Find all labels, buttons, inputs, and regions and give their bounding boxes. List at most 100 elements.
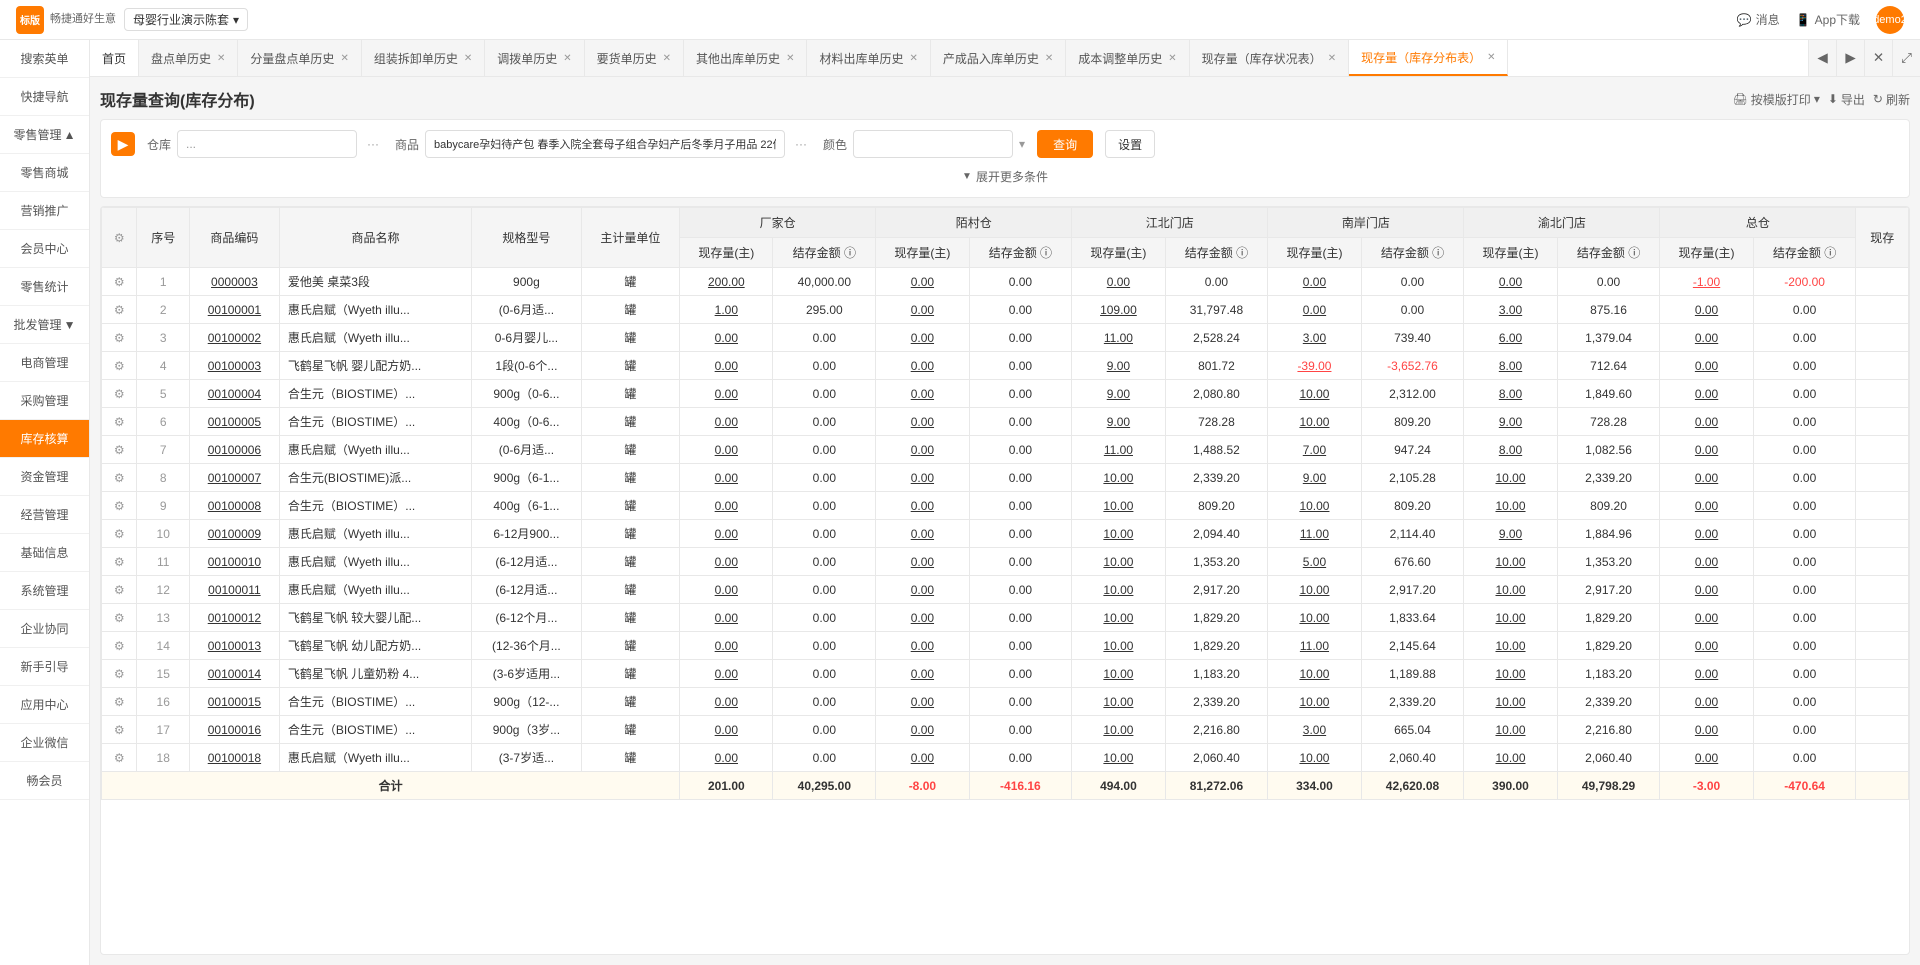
tab-close-inventory-split[interactable]: ✕ — [340, 53, 348, 64]
td-factory-qty: 0.00 — [680, 492, 773, 520]
search-btn[interactable]: 查询 — [1037, 130, 1093, 158]
sidebar-item-marketing[interactable]: 营销推广 — [0, 192, 89, 230]
sidebar-item-nav[interactable]: 快捷导航 — [0, 78, 89, 116]
tab-close-other-out[interactable]: ✕ — [786, 53, 794, 64]
td-mocun-amt: 0.00 — [969, 268, 1072, 296]
expand-more-conditions[interactable]: ▼ 展开更多条件 — [111, 166, 1899, 187]
tab-inventory-single[interactable]: 盘点单历史 ✕ — [139, 40, 238, 76]
industry-select[interactable]: 母婴行业演示陈套 ▾ — [124, 8, 248, 31]
td-spec: 400g（6-1... — [472, 492, 582, 520]
sidebar-item-retail-mall[interactable]: 零售商城 — [0, 154, 89, 192]
td-summary-label: 合计 — [102, 772, 680, 800]
td-spec: (3-7岁适... — [472, 744, 582, 772]
expand-trigger[interactable]: ▶ — [111, 132, 135, 156]
refresh-icon: ↻ — [1873, 92, 1883, 106]
td-mocun-qty: 0.00 — [876, 688, 969, 716]
color-input[interactable] — [853, 130, 1013, 158]
sidebar-item-retail-stat[interactable]: 零售统计 — [0, 268, 89, 306]
td-jiangbei-qty: 9.00 — [1072, 352, 1165, 380]
td-settings: ⚙ — [102, 380, 137, 408]
sidebar-item-purchase[interactable]: 采购管理 — [0, 382, 89, 420]
setting-btn[interactable]: 设置 — [1105, 130, 1155, 158]
tab-material-out[interactable]: 材料出库单历史 ✕ — [807, 40, 930, 76]
td-code: 00100014 — [189, 660, 279, 688]
tab-next-btn[interactable]: ▶ — [1836, 40, 1864, 76]
product-input[interactable] — [425, 130, 785, 158]
th-factory-qty: 现存量(主) — [680, 238, 773, 268]
tab-transfer[interactable]: 调拨单历史 ✕ — [485, 40, 584, 76]
td-total-amt: 0.00 — [1753, 352, 1856, 380]
tab-close-stock-status[interactable]: ✕ — [1328, 53, 1336, 64]
sidebar-item-guide[interactable]: 新手引导 — [0, 648, 89, 686]
refresh-btn[interactable]: ↻ 刷新 — [1873, 91, 1910, 108]
tab-prev-btn[interactable]: ◀ — [1808, 40, 1836, 76]
sidebar-item-enterprise[interactable]: 企业协同 — [0, 610, 89, 648]
tab-inventory-split[interactable]: 分量盘点单历史 ✕ — [238, 40, 361, 76]
sidebar-item-appcenter[interactable]: 应用中心 — [0, 686, 89, 724]
tab-order[interactable]: 要货单历史 ✕ — [585, 40, 684, 76]
td-mocun-amt: 0.00 — [969, 324, 1072, 352]
tab-home[interactable]: 首页 — [90, 40, 139, 76]
warehouse-input[interactable] — [177, 130, 357, 158]
tab-close-all-btn[interactable]: ✕ — [1864, 40, 1892, 76]
td-mocun-qty: 0.00 — [876, 716, 969, 744]
td-spec: 0-6月婴儿... — [472, 324, 582, 352]
product-more-btn[interactable]: ··· — [791, 137, 811, 151]
tab-stock-dist[interactable]: 现存量（库存分布表） ✕ — [1349, 40, 1508, 76]
td-jiangbei-amt: 801.72 — [1165, 352, 1268, 380]
td-factory-amt: 0.00 — [773, 380, 876, 408]
tab-close-product-in[interactable]: ✕ — [1045, 53, 1053, 64]
sidebar-item-finance[interactable]: 资金管理 — [0, 458, 89, 496]
td-settings: ⚙ — [102, 744, 137, 772]
sidebar-item-ecommerce[interactable]: 电商管理 — [0, 344, 89, 382]
tab-other-out[interactable]: 其他出库单历史 ✕ — [684, 40, 807, 76]
td-code: 00100004 — [189, 380, 279, 408]
tab-close-cost-adjust[interactable]: ✕ — [1168, 53, 1176, 64]
sidebar-item-operation[interactable]: 经营管理 — [0, 496, 89, 534]
tab-close-material-out[interactable]: ✕ — [909, 53, 917, 64]
th-mocun-qty: 现存量(主) — [876, 238, 969, 268]
td-current — [1856, 324, 1909, 352]
tab-close-inventory-single[interactable]: ✕ — [217, 53, 225, 64]
td-jiangbei-qty: 10.00 — [1072, 604, 1165, 632]
tab-assembly[interactable]: 组装拆卸单历史 ✕ — [362, 40, 485, 76]
tab-cost-adjust[interactable]: 成本调整单历史 ✕ — [1066, 40, 1189, 76]
tab-stock-status[interactable]: 现存量（库存状况表） ✕ — [1190, 40, 1349, 76]
chevron-down-icon: ▾ — [233, 13, 239, 27]
td-jiangbei-qty: 10.00 — [1072, 660, 1165, 688]
tab-close-transfer[interactable]: ✕ — [563, 53, 571, 64]
td-spec: (0-6月适... — [472, 296, 582, 324]
tab-product-in[interactable]: 产成品入库单历史 ✕ — [931, 40, 1066, 76]
app-download-btn[interactable]: 📱 App下载 — [1796, 11, 1860, 28]
sidebar-item-wholesale[interactable]: 批发管理 ▼ — [0, 306, 89, 344]
warehouse-more-btn[interactable]: ··· — [363, 137, 383, 151]
user-area[interactable]: demo2 — [1876, 6, 1904, 34]
th-jiangbei-amt: 结存金额 ⓘ — [1165, 238, 1268, 268]
td-jiangbei-amt: 2,080.80 — [1165, 380, 1268, 408]
sidebar-item-search[interactable]: 搜索英单 — [0, 40, 89, 78]
td-summary-current — [1856, 772, 1909, 800]
sidebar-item-wechat[interactable]: 企业微信 — [0, 724, 89, 762]
sidebar-item-vip[interactable]: 畅会员 — [0, 762, 89, 800]
sidebar-item-system[interactable]: 系统管理 — [0, 572, 89, 610]
td-row-num: 8 — [137, 464, 189, 492]
tab-close-stock-dist[interactable]: ✕ — [1487, 52, 1495, 63]
message-btn[interactable]: 💬 消息 — [1737, 11, 1780, 28]
sidebar-item-inventory[interactable]: 库存核算 — [0, 420, 89, 458]
tab-close-assembly[interactable]: ✕ — [464, 53, 472, 64]
td-code: 00100009 — [189, 520, 279, 548]
td-factory-qty: 0.00 — [680, 324, 773, 352]
print-btn[interactable]: 🖨 按模版打印 ▾ — [1733, 91, 1820, 108]
export-btn[interactable]: ⬇ 导出 — [1828, 91, 1865, 108]
td-total-amt: 0.00 — [1753, 520, 1856, 548]
sidebar-item-basic[interactable]: 基础信息 — [0, 534, 89, 572]
td-jiangbei-amt: 2,216.80 — [1165, 716, 1268, 744]
sidebar-item-retail[interactable]: 零售管理 ▲ — [0, 116, 89, 154]
td-factory-qty: 0.00 — [680, 604, 773, 632]
td-mocun-amt: 0.00 — [969, 660, 1072, 688]
td-total-qty: 0.00 — [1660, 744, 1753, 772]
tab-close-order[interactable]: ✕ — [663, 53, 671, 64]
td-yubei-amt: 2,060.40 — [1557, 744, 1660, 772]
sidebar-item-member[interactable]: 会员中心 — [0, 230, 89, 268]
tab-fullscreen-btn[interactable]: ⤢ — [1892, 40, 1920, 76]
